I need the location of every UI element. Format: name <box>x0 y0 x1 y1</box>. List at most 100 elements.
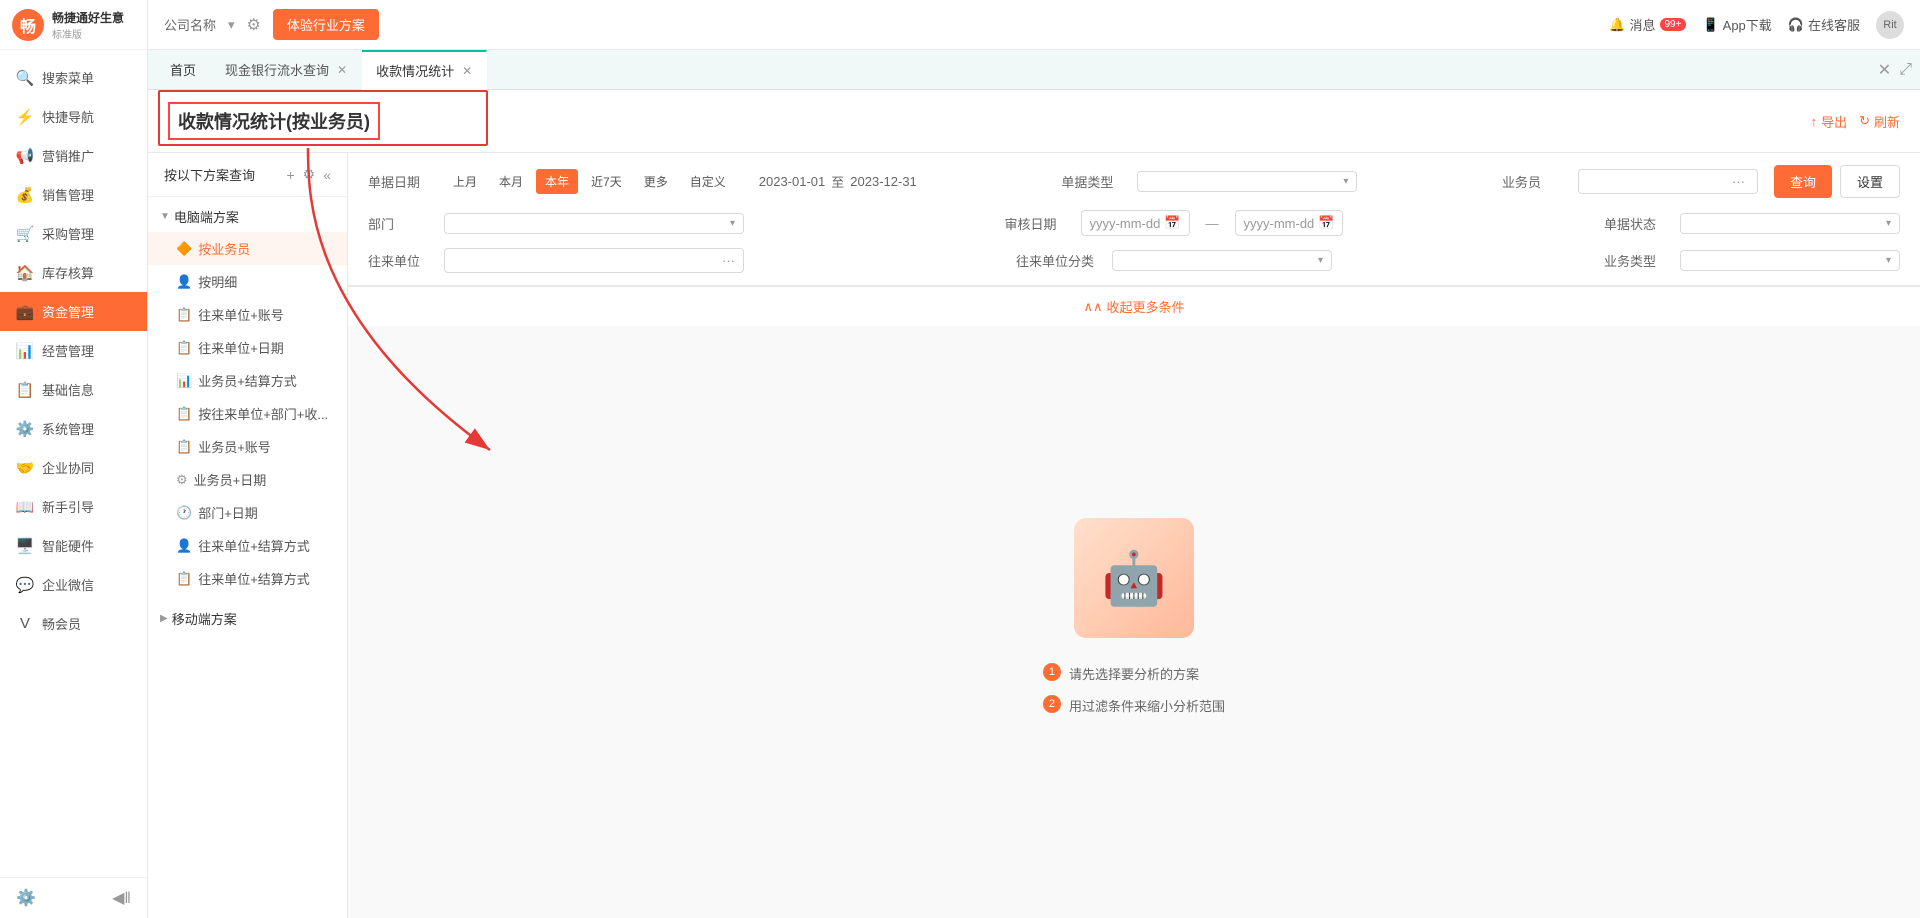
app-download-action[interactable]: 📱 App下载 <box>1702 15 1771 34</box>
dept-arrow: ▾ <box>730 218 735 229</box>
staff-label: 业务员 <box>1502 172 1562 191</box>
online-service-action[interactable]: 🎧 在线客服 <box>1788 15 1860 34</box>
sidebar-item-corp[interactable]: 🤝 企业协同 <box>0 448 147 487</box>
staff-more-icon: ··· <box>1732 174 1745 189</box>
tree-item-by-detail[interactable]: 👤按明细 <box>148 265 347 298</box>
collapse-panel-btn[interactable]: « <box>323 166 331 183</box>
sidebar-label-wechat: 企业微信 <box>42 575 94 594</box>
tree-item-staff-date[interactable]: ⚙业务员+日期 <box>148 463 347 496</box>
tree-item-unit-date[interactable]: 📋往来单位+日期 <box>148 331 347 364</box>
sidebar-item-member[interactable]: V 畅会员 <box>0 604 147 643</box>
tree-icon-unit-account: 📋 <box>176 307 192 323</box>
doc-type-select[interactable]: ▾ <box>1137 171 1357 192</box>
staff-select[interactable]: ··· <box>1578 169 1758 194</box>
maximize-btn[interactable]: ⤢ <box>1899 61 1912 79</box>
tree-label-staff-settlement: 业务员+结算方式 <box>198 371 297 390</box>
tree-item-staff-settlement[interactable]: 📊业务员+结算方式 <box>148 364 347 397</box>
tree-item-unit-account[interactable]: 📋往来单位+账号 <box>148 298 347 331</box>
review-date-to[interactable]: yyyy-mm-dd 📅 <box>1235 210 1344 236</box>
tree-section-label-1[interactable]: ▶移动端方案 <box>148 603 347 634</box>
collapse-label: 收起更多条件 <box>1107 297 1185 316</box>
tab-home[interactable]: 首页 <box>156 50 211 90</box>
message-label: 消息 <box>1629 15 1655 34</box>
query-button[interactable]: 查询 <box>1774 165 1832 198</box>
tree-item-by-staff[interactable]: 🔶按业务员 <box>148 232 347 265</box>
settings-filter-button[interactable]: 设置 <box>1840 165 1900 198</box>
tree-item-dept-date[interactable]: 🕐部门+日期 <box>148 496 347 529</box>
sidebar-label-basic: 基础信息 <box>42 380 94 399</box>
date-tab-4[interactable]: 更多 <box>635 169 677 194</box>
sidebar-item-guide[interactable]: 📖 新手引导 <box>0 487 147 526</box>
scheme-settings-btn[interactable]: ⚙ <box>303 166 316 183</box>
sidebar-icon-marketing: 📢 <box>16 147 34 165</box>
sidebar-item-sales[interactable]: 💰 销售管理 <box>0 175 147 214</box>
date-tab-2[interactable]: 本年 <box>536 169 578 194</box>
date-range: 2023-01-01 至 2023-12-31 <box>759 172 917 191</box>
tab-receipt[interactable]: 收款情况统计✕ <box>362 50 487 90</box>
sidebar-item-capital[interactable]: 💼 资金管理 <box>0 292 147 331</box>
collapse-sidebar-icon[interactable]: ◀‖ <box>112 888 131 908</box>
trial-button[interactable]: 体验行业方案 <box>273 9 379 40</box>
sidebar-item-operation[interactable]: 📊 经营管理 <box>0 331 147 370</box>
sidebar-item-marketing[interactable]: 📢 营销推广 <box>0 136 147 175</box>
close-window-btn[interactable]: ✕ <box>1878 60 1891 80</box>
from-unit-input[interactable]: ··· <box>444 248 744 273</box>
tip-num-2: 2 <box>1043 695 1061 713</box>
from-unit-category-select[interactable]: ▾ <box>1112 250 1332 271</box>
tree-icon-staff-account: 📋 <box>176 439 192 455</box>
header-settings-icon[interactable]: ⚙ <box>247 15 261 35</box>
sidebar-label-sales: 销售管理 <box>42 185 94 204</box>
tree-label-unit-dept-collect: 按往来单位+部门+收... <box>198 404 328 423</box>
section-title-1: 移动端方案 <box>172 609 237 628</box>
sidebar-item-inventory[interactable]: 🏠 库存核算 <box>0 253 147 292</box>
refresh-button[interactable]: ↻ 刷新 <box>1859 112 1900 131</box>
sidebar-item-basic[interactable]: 📋 基础信息 <box>0 370 147 409</box>
message-badge: 99+ <box>1660 18 1687 31</box>
export-button[interactable]: ↑ 导出 <box>1811 112 1848 131</box>
settings-icon[interactable]: ⚙️ <box>16 888 36 908</box>
tip-num-1: 1 <box>1043 663 1061 681</box>
tab-close-bank[interactable]: ✕ <box>337 63 347 77</box>
sidebar-item-purchase[interactable]: 🛒 采购管理 <box>0 214 147 253</box>
sidebar-item-hardware[interactable]: 🖥️ 智能硬件 <box>0 526 147 565</box>
scheme-tree: ▼电脑端方案🔶按业务员👤按明细📋往来单位+账号📋往来单位+日期📊业务员+结算方式… <box>148 197 347 638</box>
date-tab-5[interactable]: 自定义 <box>681 169 735 194</box>
tab-bank[interactable]: 现金银行流水查询 ✕ <box>211 50 362 90</box>
user-avatar[interactable]: Rit <box>1876 11 1904 39</box>
logo-area: 畅 畅捷通好生意 标准版 <box>0 0 147 50</box>
sidebar-item-shortcut[interactable]: ⚡ 快捷导航 <box>0 97 147 136</box>
online-service-label: 在线客服 <box>1808 15 1860 34</box>
tree-item-staff-account[interactable]: 📋业务员+账号 <box>148 430 347 463</box>
content-area: 按以下方案查询 + ⚙ « ▼电脑端方案🔶按业务员👤按明细📋往来单位+账号📋往来… <box>148 153 1920 918</box>
sidebar-icon-hardware: 🖥️ <box>16 537 34 555</box>
sidebar-label-capital: 资金管理 <box>42 302 94 321</box>
review-date-from[interactable]: yyyy-mm-dd 📅 <box>1081 210 1190 236</box>
tree-item-unit-dept-collect[interactable]: 📋按往来单位+部门+收... <box>148 397 347 430</box>
sidebar-item-search[interactable]: 🔍 搜索菜单 <box>0 58 147 97</box>
doc-status-select[interactable]: ▾ <box>1680 213 1900 234</box>
add-scheme-btn[interactable]: + <box>286 166 294 183</box>
tree-item-unit-settlement3[interactable]: 📋往来单位+结算方式 <box>148 562 347 595</box>
dropdown-arrow[interactable]: ▾ <box>228 17 235 33</box>
sidebar-label-system: 系统管理 <box>42 419 94 438</box>
dept-select[interactable]: ▾ <box>444 213 744 234</box>
date-tab-1[interactable]: 本月 <box>490 169 532 194</box>
sidebar-item-wechat[interactable]: 💬 企业微信 <box>0 565 147 604</box>
empty-tips: 1 请先选择要分析的方案 2 用过滤条件来缩小分析范围 <box>1043 662 1225 726</box>
logo-text: 畅捷通好生意 标准版 <box>52 9 124 41</box>
review-date-label: 审核日期 <box>1005 214 1065 233</box>
page-header: 收款情况统计(按业务员) ↑ 导出 ↻ 刷新 <box>148 90 1920 153</box>
tree-item-unit-settlement2[interactable]: 👤往来单位+结算方式 <box>148 529 347 562</box>
date-tabs: 上月本月本年近7天更多自定义 <box>444 169 735 194</box>
message-action[interactable]: 🔔 消息 99+ <box>1609 15 1686 34</box>
tab-close-receipt[interactable]: ✕ <box>462 64 472 78</box>
biz-type-select[interactable]: ▾ <box>1680 250 1900 271</box>
date-tab-0[interactable]: 上月 <box>444 169 486 194</box>
sidebar-item-system[interactable]: ⚙️ 系统管理 <box>0 409 147 448</box>
sidebar-label-search: 搜索菜单 <box>42 68 94 87</box>
tab-label-home: 首页 <box>170 60 196 79</box>
date-tab-3[interactable]: 近7天 <box>582 169 631 194</box>
tree-section-label-0[interactable]: ▼电脑端方案 <box>148 201 347 232</box>
collapse-bar[interactable]: ∧∧ 收起更多条件 <box>348 286 1920 326</box>
tab-label-bank: 现金银行流水查询 <box>225 60 329 79</box>
